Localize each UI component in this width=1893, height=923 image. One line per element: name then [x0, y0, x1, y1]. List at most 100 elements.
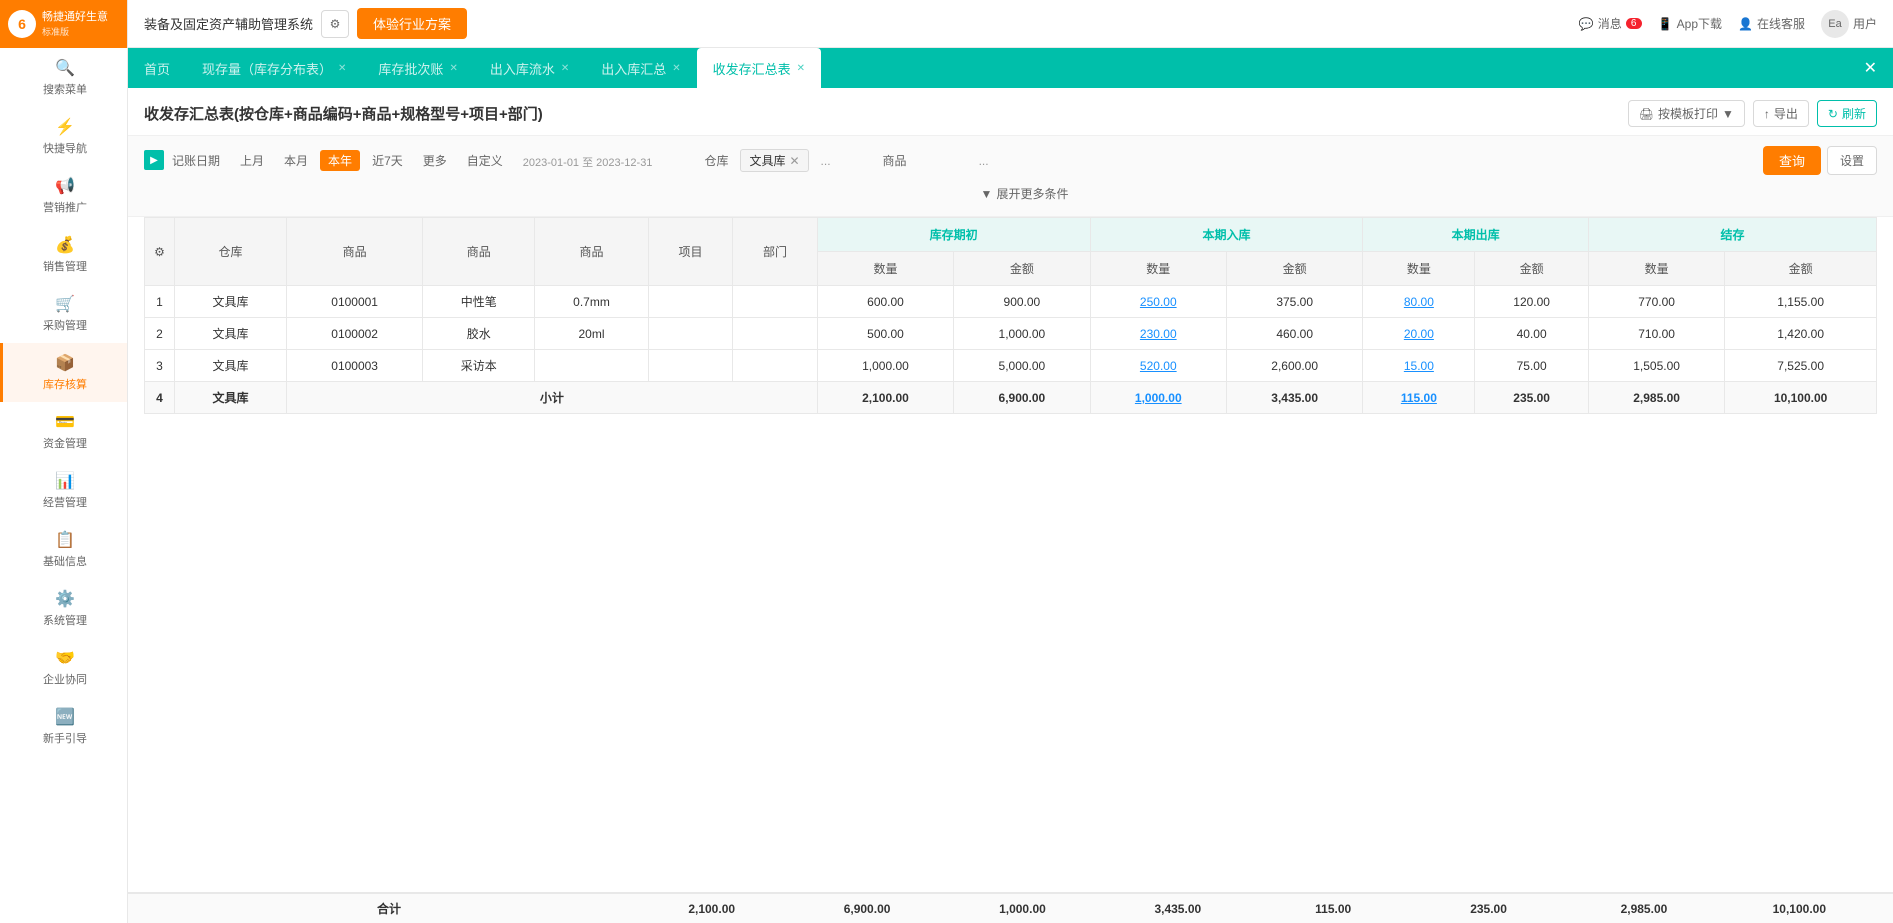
row2-warehouse: 文具库: [175, 318, 287, 350]
row1-project: [648, 286, 733, 318]
tab-flow[interactable]: 出入库流水✕: [474, 48, 585, 88]
row3-project: [648, 350, 733, 382]
date-btn-7days[interactable]: 近7天: [364, 150, 411, 171]
sidebar-item-system[interactable]: ⚙️系统管理: [0, 579, 127, 638]
sidebar-item-basic-label: 基础信息: [43, 553, 87, 569]
sidebar-item-finance-label: 资金管理: [43, 435, 87, 451]
system-icon: ⚙️: [55, 589, 75, 609]
sidebar-item-finance[interactable]: 💳 资金管理: [0, 402, 127, 461]
tab-close-inventory-dist[interactable]: ✕: [338, 63, 346, 74]
row3-in-qty[interactable]: 520.00: [1090, 350, 1226, 382]
tab-batch[interactable]: 库存批次账✕: [362, 48, 473, 88]
date-filter-label: 记账日期: [172, 152, 220, 169]
warehouse-tag-group: 文具库 ✕: [740, 149, 808, 172]
date-btn-more[interactable]: 更多: [415, 150, 455, 171]
settings-col-header: ⚙: [145, 218, 175, 286]
tab-home[interactable]: 首页: [128, 48, 186, 88]
refresh-button[interactable]: ↻ 刷新: [1817, 100, 1877, 127]
row2-open-amt: 1,000.00: [954, 318, 1090, 350]
total-bal-qty: 2,985.00: [1566, 902, 1721, 916]
tab-summary[interactable]: 出入库汇总✕: [585, 48, 696, 88]
expand-icon: ▼: [981, 187, 993, 201]
marketing-icon: 📢: [55, 176, 75, 196]
filter-collapse-button[interactable]: ▶: [144, 150, 164, 170]
tab-close-flow[interactable]: ✕: [561, 63, 569, 74]
app-download-button[interactable]: 📱 App下载: [1658, 15, 1722, 32]
row1-in-qty[interactable]: 250.00: [1090, 286, 1226, 318]
subtotal-open-qty: 2,100.00: [817, 382, 953, 414]
out-amt-header: 金额: [1475, 252, 1589, 286]
row1-goods-spec: 0.7mm: [535, 286, 648, 318]
sidebar-item-enterprise[interactable]: 🤝企业协同: [0, 638, 127, 697]
tab-close-recv-send[interactable]: ✕: [797, 63, 805, 74]
page-title: 收发存汇总表(按仓库+商品编码+商品+规格型号+项目+部门): [144, 103, 543, 124]
sidebar-item-business[interactable]: 📊经营管理: [0, 461, 127, 520]
sidebar-item-guide[interactable]: 🆕新手引导: [0, 697, 127, 756]
row3-warehouse: 文具库: [175, 350, 287, 382]
row2-in-qty[interactable]: 230.00: [1090, 318, 1226, 350]
set-button[interactable]: 设置: [1827, 146, 1877, 175]
row1-goods-name: 中性笔: [423, 286, 535, 318]
row1-bal-qty: 770.00: [1588, 286, 1724, 318]
tab-bar: 首页 现存量（库存分布表）✕ 库存批次账✕ 出入库流水✕ 出入库汇总✕ 收发存汇…: [128, 48, 1893, 88]
expand-more-button[interactable]: ▼ 展开更多条件: [981, 185, 1069, 202]
logo-badge: 标准版: [42, 25, 108, 38]
online-service-button[interactable]: 👤 在线客服: [1738, 15, 1805, 32]
export-button[interactable]: ↑ 导出: [1753, 100, 1809, 127]
date-btn-this-month[interactable]: 本月: [276, 150, 316, 171]
sidebar-item-marketing[interactable]: 📢营销推广: [0, 166, 127, 225]
date-btn-last-month[interactable]: 上月: [232, 150, 272, 171]
tab-recv-send[interactable]: 收发存汇总表✕: [697, 48, 821, 88]
row3-out-qty[interactable]: 15.00: [1363, 350, 1475, 382]
warehouse-tag-remove[interactable]: ✕: [789, 154, 799, 168]
sales-icon: 💰: [55, 235, 75, 255]
online-service-label: 在线客服: [1757, 15, 1805, 32]
date-btn-custom[interactable]: 自定义: [459, 150, 511, 171]
sidebar-item-inventory-label: 库存核算: [43, 376, 87, 392]
tab-close-summary[interactable]: ✕: [672, 63, 680, 74]
user-menu-button[interactable]: Ea 用户: [1821, 10, 1877, 38]
row3-bal-qty: 1,505.00: [1588, 350, 1724, 382]
subtotal-label: 小计: [286, 382, 817, 414]
basic-icon: 📋: [55, 530, 75, 550]
table-settings-icon[interactable]: ⚙: [154, 245, 165, 259]
table-row: 2 文具库 0100002 胶水 20ml 500.00 1,000.00 23…: [145, 318, 1877, 350]
row1-out-qty[interactable]: 80.00: [1363, 286, 1475, 318]
warehouse-tag[interactable]: 文具库 ✕: [740, 149, 808, 172]
warehouse-more[interactable]: ...: [821, 154, 831, 168]
page-header: 收发存汇总表(按仓库+商品编码+商品+规格型号+项目+部门) 🖨 按模板打印 ▼…: [128, 88, 1893, 136]
finance-icon: 💳: [55, 412, 75, 432]
message-button[interactable]: 💬 消息 6: [1579, 15, 1642, 32]
tab-close-batch[interactable]: ✕: [449, 63, 457, 74]
total-in-qty: 1,000.00: [945, 902, 1100, 916]
query-button[interactable]: 查询: [1763, 146, 1821, 175]
sidebar-item-purchase[interactable]: 🛒采购管理: [0, 284, 127, 343]
print-button[interactable]: 🖨 按模板打印 ▼: [1628, 100, 1745, 127]
sidebar-item-quick[interactable]: ⚡快捷导航: [0, 107, 127, 166]
row2-in-amt: 460.00: [1226, 318, 1362, 350]
inventory-icon: 📦: [55, 353, 75, 373]
sidebar-item-sales[interactable]: 💰销售管理: [0, 225, 127, 284]
sidebar-item-quick-label: 快捷导航: [43, 140, 87, 156]
tab-bar-close-button[interactable]: ✕: [1848, 58, 1893, 78]
tab-inventory-dist[interactable]: 现存量（库存分布表）✕: [186, 48, 362, 88]
subtotal-warehouse: 文具库: [175, 382, 287, 414]
in-qty-header: 数量: [1090, 252, 1226, 286]
sidebar-item-basic[interactable]: 📋 基础信息: [0, 520, 127, 579]
purchase-icon: 🛒: [55, 294, 75, 314]
row2-goods-name: 胶水: [423, 318, 535, 350]
subtotal-no: 4: [145, 382, 175, 414]
warehouse-tag-text: 文具库: [749, 152, 785, 169]
row2-bal-qty: 710.00: [1588, 318, 1724, 350]
header-settings-button[interactable]: ⚙: [321, 10, 349, 38]
total-values: 2,100.00 6,900.00 1,000.00 3,435.00 115.…: [634, 902, 1877, 916]
trial-button[interactable]: 体验行业方案: [357, 8, 467, 39]
date-btn-this-year[interactable]: 本年: [320, 150, 360, 171]
sidebar-item-inventory[interactable]: 📦 库存核算: [0, 343, 127, 402]
row2-out-qty[interactable]: 20.00: [1363, 318, 1475, 350]
goods-more[interactable]: ...: [979, 154, 989, 168]
table-row: 1 文具库 0100001 中性笔 0.7mm 600.00 900.00 25…: [145, 286, 1877, 318]
opening-group-header: 库存期初: [817, 218, 1090, 252]
row2-goods-spec: 20ml: [535, 318, 648, 350]
sidebar-item-search[interactable]: 🔍搜索菜单: [0, 48, 127, 107]
